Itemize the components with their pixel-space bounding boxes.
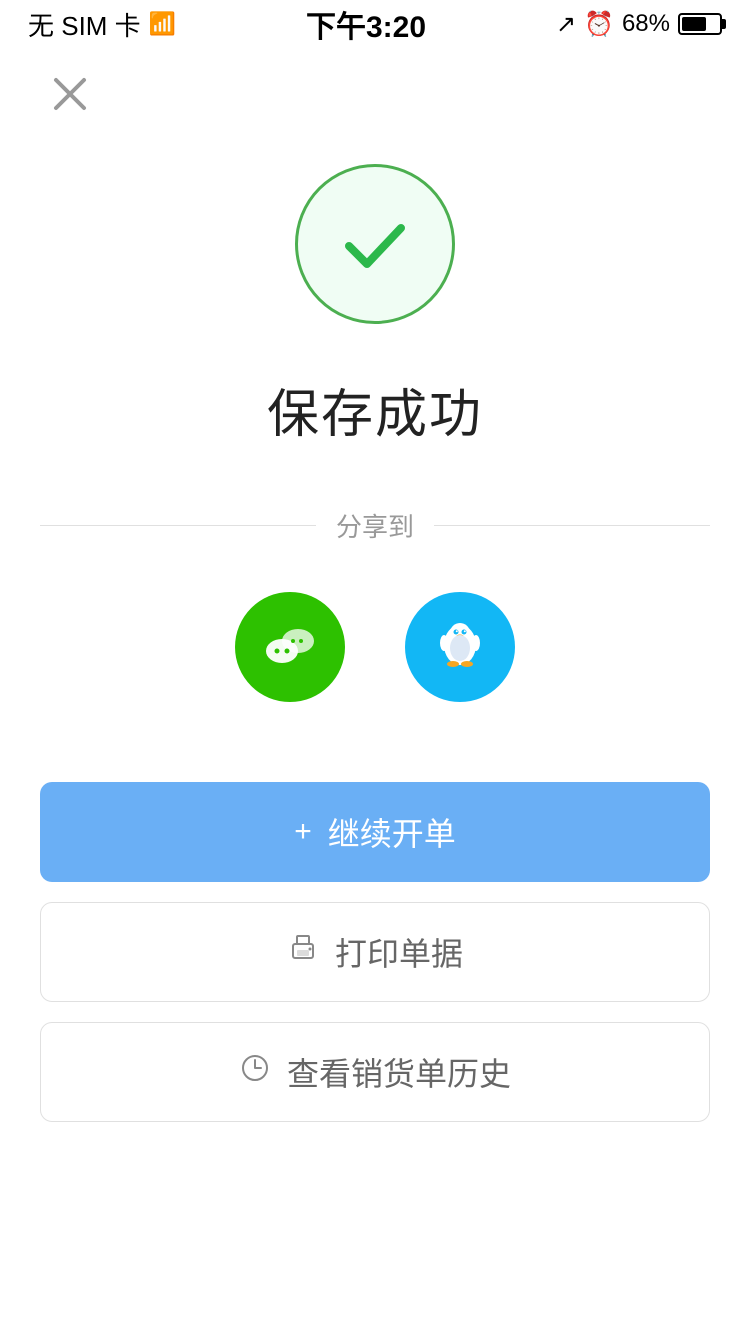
divider-left [40, 525, 316, 526]
qq-share-button[interactable] [405, 592, 515, 702]
plus-icon: + [294, 815, 312, 849]
wechat-icon [258, 615, 322, 679]
close-icon [52, 76, 88, 112]
continue-order-label: 继续开单 [328, 809, 456, 855]
share-divider: 分享到 [40, 507, 710, 544]
status-left: 无 SIM 卡 📶 [28, 6, 176, 43]
alarm-icon: ⏰ [584, 10, 614, 39]
battery-percent: 68% [622, 10, 670, 38]
wifi-icon: 📶 [149, 11, 176, 37]
status-time: 下午3:20 [306, 2, 426, 46]
clock-icon [239, 1052, 271, 1092]
wechat-share-button[interactable] [235, 592, 345, 702]
battery-fill [682, 17, 706, 31]
battery-container [678, 13, 722, 35]
close-button[interactable] [40, 64, 100, 124]
checkmark-icon [335, 204, 415, 284]
status-bar: 无 SIM 卡 📶 下午3:20 ↗ ⏰ 68% [0, 0, 750, 44]
qq-icon [428, 615, 492, 679]
sim-label: 无 SIM 卡 [28, 6, 141, 43]
view-history-button[interactable]: 查看销货单历史 [40, 1022, 710, 1122]
action-buttons: + 继续开单 打印单据 查看销货单历史 [40, 782, 710, 1122]
divider-right [434, 525, 710, 526]
status-right: ↗ ⏰ 68% [556, 10, 722, 39]
location-icon: ↗ [556, 10, 576, 39]
main-content: 保存成功 分享到 [0, 44, 750, 1334]
success-title: 保存成功 [267, 372, 483, 447]
print-receipt-label: 打印单据 [335, 929, 463, 975]
battery-box [678, 13, 722, 35]
share-label: 分享到 [336, 507, 414, 544]
continue-order-button[interactable]: + 继续开单 [40, 782, 710, 882]
success-circle [295, 164, 455, 324]
printer-icon [287, 932, 319, 972]
print-receipt-button[interactable]: 打印单据 [40, 902, 710, 1002]
view-history-label: 查看销货单历史 [287, 1049, 511, 1095]
share-icons [235, 592, 515, 702]
